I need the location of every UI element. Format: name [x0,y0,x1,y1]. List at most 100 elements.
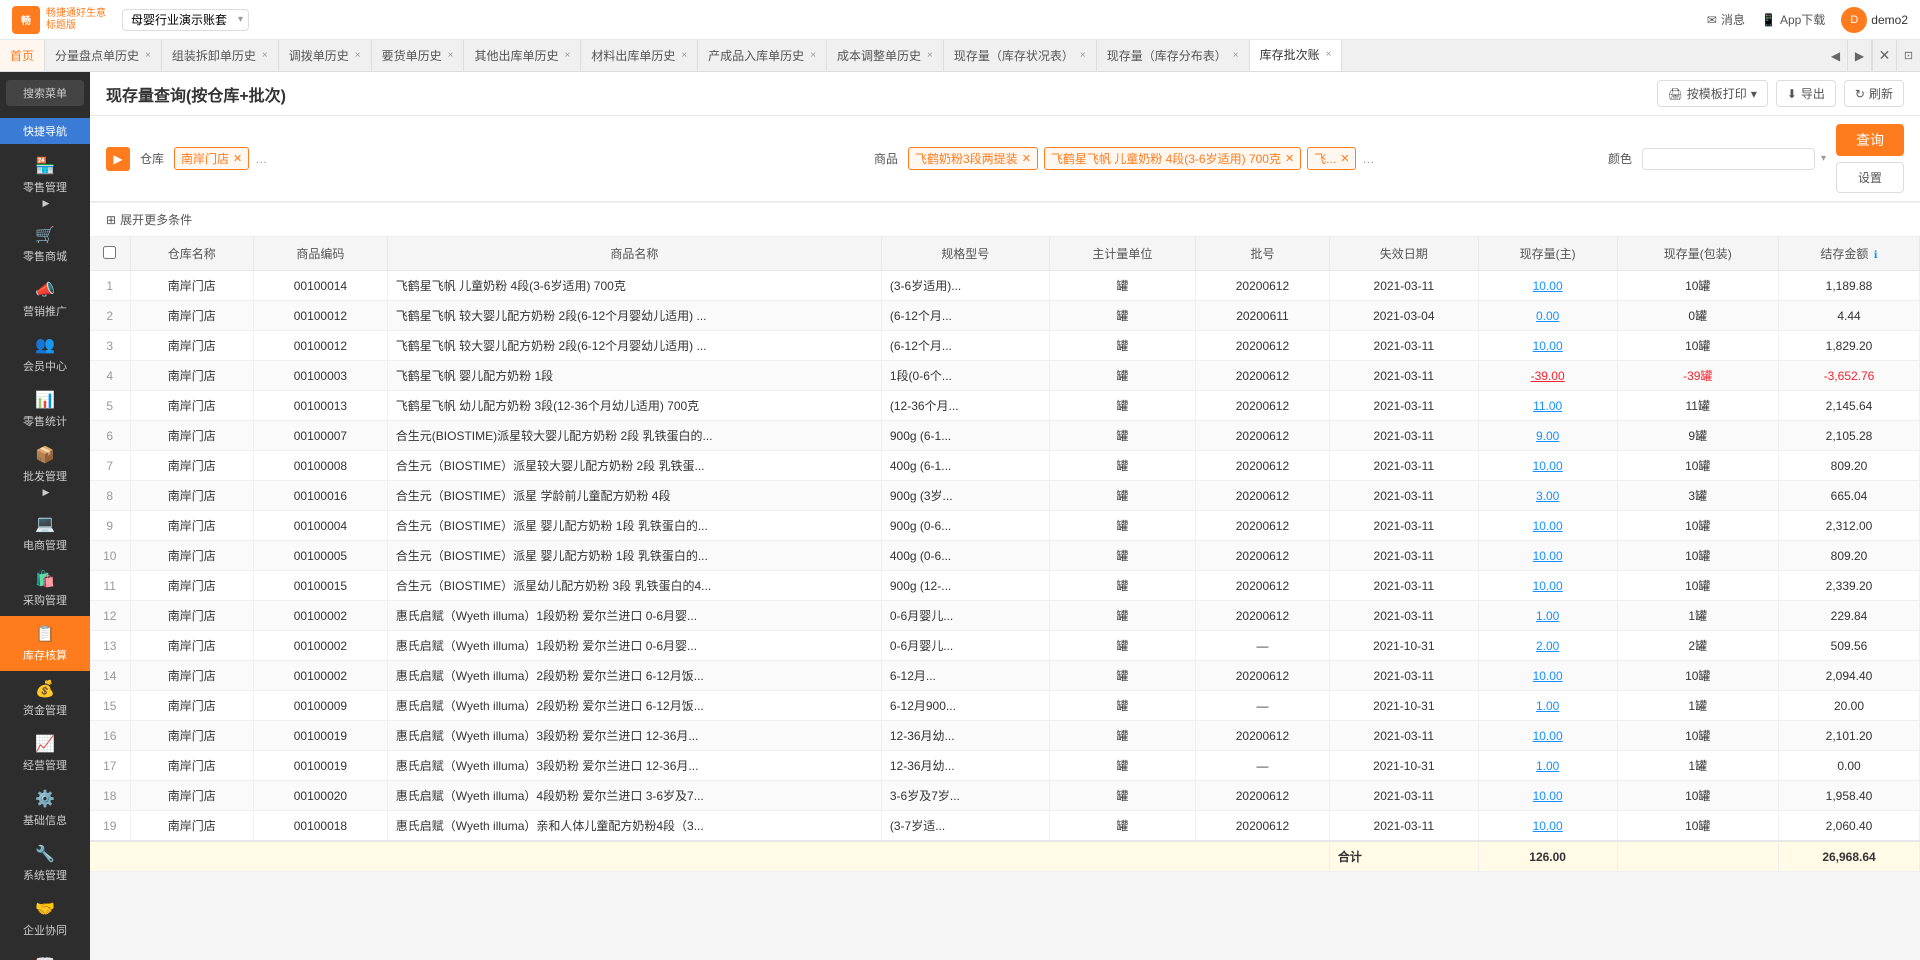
product-tag3-close[interactable]: ✕ [1340,152,1349,165]
tab-next-btn[interactable]: ▶ [1848,40,1872,72]
row-qty-main-8[interactable]: 10.00 [1478,511,1617,541]
warehouse-tag[interactable]: 南岸门店 ✕ [174,147,249,170]
export-btn[interactable]: ⬇ 导出 [1776,80,1836,107]
tab-fenling[interactable]: 分量盘点单历史× [45,40,162,72]
row-qty-main-18[interactable]: 10.00 [1478,811,1617,842]
message-icon: ✉ [1707,13,1717,27]
row-qty-main-5[interactable]: 9.00 [1478,421,1617,451]
tab-cailiao[interactable]: 材料出库单历史× [581,40,698,72]
tab-close-pizheng[interactable]: × [1326,49,1332,60]
system-select[interactable]: 母婴行业演示账套 [122,9,249,31]
warehouse-tag-close[interactable]: ✕ [233,152,242,165]
row-qty-main-0[interactable]: 10.00 [1478,271,1617,301]
row-qty-main-9[interactable]: 10.00 [1478,541,1617,571]
product-tag1-close[interactable]: ✕ [1022,152,1031,165]
sidebar-item-members[interactable]: 👥 会员中心 [0,327,90,382]
row-num-13: 14 [90,661,130,691]
sidebar-item-inventory[interactable]: 📋 库存核算 [0,616,90,671]
inventory-table: 仓库名称 商品编码 商品名称 规格型号 主计量单位 批号 失效日期 现存量(主)… [90,237,1920,872]
tab-chengben[interactable]: 成本调整单历史× [827,40,944,72]
th-batch: 批号 [1196,237,1330,271]
tab-close-zuhe[interactable]: × [262,50,268,61]
row-qty-main-1[interactable]: 0.00 [1478,301,1617,331]
row-qty-main-17[interactable]: 10.00 [1478,781,1617,811]
product-tag-1[interactable]: 飞鹤奶粉3段两提装 ✕ [908,147,1038,170]
row-qty-main-6[interactable]: 10.00 [1478,451,1617,481]
setting-btn[interactable]: 设置 [1836,162,1904,193]
tab-chengpin[interactable]: 产成品入库单历史× [698,40,827,72]
row-qty-main-15[interactable]: 10.00 [1478,721,1617,751]
row-code-17: 00100020 [254,781,388,811]
product-tag-2[interactable]: 飞鹤星飞帆 儿童奶粉 4段(3-6岁适用) 700克 ✕ [1044,147,1301,170]
tab-close-qita[interactable]: × [564,50,570,61]
tab-tiaoba[interactable]: 调拨单历史× [279,40,372,72]
tab-close-all-btn[interactable]: ✕ [1872,40,1896,72]
tab-xianzai2[interactable]: 现存量（库存分布表）× [1097,40,1250,72]
tab-home[interactable]: 首页 [0,40,45,72]
warehouse-more-btn[interactable]: … [255,152,267,166]
tab-expand-btn[interactable]: ⊡ [1896,40,1920,72]
amount-info-icon[interactable]: ℹ [1874,250,1878,261]
sidebar-item-stats[interactable]: 📊 零售统计 [0,382,90,437]
tab-close-fenling[interactable]: × [145,50,151,61]
tab-close-xianzai2[interactable]: × [1233,50,1239,61]
system-select-wrap[interactable]: 母婴行业演示账套 [122,9,249,31]
refresh-btn[interactable]: ↻ 刷新 [1844,80,1904,107]
sidebar-item-retail_shop[interactable]: 🛒 零售商城 [0,217,90,272]
tab-close-chengpin[interactable]: × [810,50,816,61]
row-qty-main-2[interactable]: 10.00 [1478,331,1617,361]
row-qty-main-16[interactable]: 1.00 [1478,751,1617,781]
row-name-11: 惠氏启赋（Wyeth illuma）1段奶粉 爱尔兰进口 0-6月婴... [387,601,881,631]
product-tag-3[interactable]: 飞... ✕ [1307,147,1356,170]
sidebar-item-marketing[interactable]: 📣 营销推广 [0,272,90,327]
tab-close-tiaoba[interactable]: × [355,50,361,61]
sidebar-item-operations[interactable]: 📈 经营管理 [0,726,90,781]
row-qty-main-11[interactable]: 1.00 [1478,601,1617,631]
template-print-btn[interactable]: 🖨 按模板打印 ▾ [1657,80,1768,107]
tab-prev-btn[interactable]: ◀ [1824,40,1848,72]
sidebar-item-basic[interactable]: ⚙️ 基础信息 [0,781,90,836]
tab-label-zuhe: 组装拆卸单历史 [172,47,256,64]
sidebar-item-wholesale[interactable]: 📦 批发管理 ▶ [0,437,90,506]
color-input[interactable] [1642,148,1815,170]
row-qty-main-3[interactable]: -39.00 [1478,361,1617,391]
tab-close-chengben[interactable]: × [927,50,933,61]
sidebar-item-ecommerce[interactable]: 💻 电商管理 [0,506,90,561]
row-qty-main-13[interactable]: 10.00 [1478,661,1617,691]
quick-nav-btn[interactable]: 快捷导航 [0,118,90,144]
row-qty-main-12[interactable]: 2.00 [1478,631,1617,661]
sidebar-item-finance[interactable]: 💰 资金管理 [0,671,90,726]
row-qty-main-7[interactable]: 3.00 [1478,481,1617,511]
sidebar-item-corp[interactable]: 🤝 企业协同 [0,891,90,946]
sidebar-item-retail[interactable]: 🏪 零售管理 ▶ [0,148,90,217]
tab-pizheng[interactable]: 库存批次账× [1250,40,1343,72]
message-label: 消息 [1721,11,1745,28]
product-more-btn[interactable]: … [1362,152,1374,166]
row-qty-pkg-9: 10罐 [1617,541,1779,571]
tab-close-yaohuo[interactable]: × [448,50,454,61]
tab-zuhe[interactable]: 组装拆卸单历史 × [162,40,279,72]
expand-conditions-btn[interactable]: ⊞ 展开更多条件 [94,207,1916,232]
sidebar-item-system[interactable]: 🔧 系统管理 [0,836,90,891]
color-filter[interactable]: ▾ [1642,148,1826,170]
sidebar-item-purchase[interactable]: 🛍️ 采购管理 [0,561,90,616]
product-tag2-close[interactable]: ✕ [1285,152,1294,165]
row-qty-main-4[interactable]: 11.00 [1478,391,1617,421]
row-qty-main-10[interactable]: 10.00 [1478,571,1617,601]
filter-expand-toggle[interactable]: ▶ [106,147,130,171]
user-area[interactable]: D demo2 [1841,7,1908,33]
tab-close-xianzai1[interactable]: × [1080,50,1086,61]
message-btn[interactable]: ✉ 消息 [1707,11,1745,28]
row-qty-main-14[interactable]: 1.00 [1478,691,1617,721]
tab-yaohuo[interactable]: 要货单历史× [372,40,465,72]
query-btn[interactable]: 查询 [1836,124,1904,156]
tab-close-cailiao[interactable]: × [681,50,687,61]
sidebar-search-btn[interactable]: 搜索菜单 [6,80,84,106]
row-batch-13: 20200612 [1196,661,1330,691]
app-download-btn[interactable]: 📱 App下载 [1761,11,1825,28]
row-unit-12: 罐 [1049,631,1195,661]
tab-qita[interactable]: 其他出库单历史× [464,40,581,72]
sidebar-item-guide[interactable]: 📖 新手引导 [0,946,90,960]
select-all-checkbox[interactable] [103,246,116,259]
tab-xianzai1[interactable]: 现存量（库存状况表）× [944,40,1097,72]
